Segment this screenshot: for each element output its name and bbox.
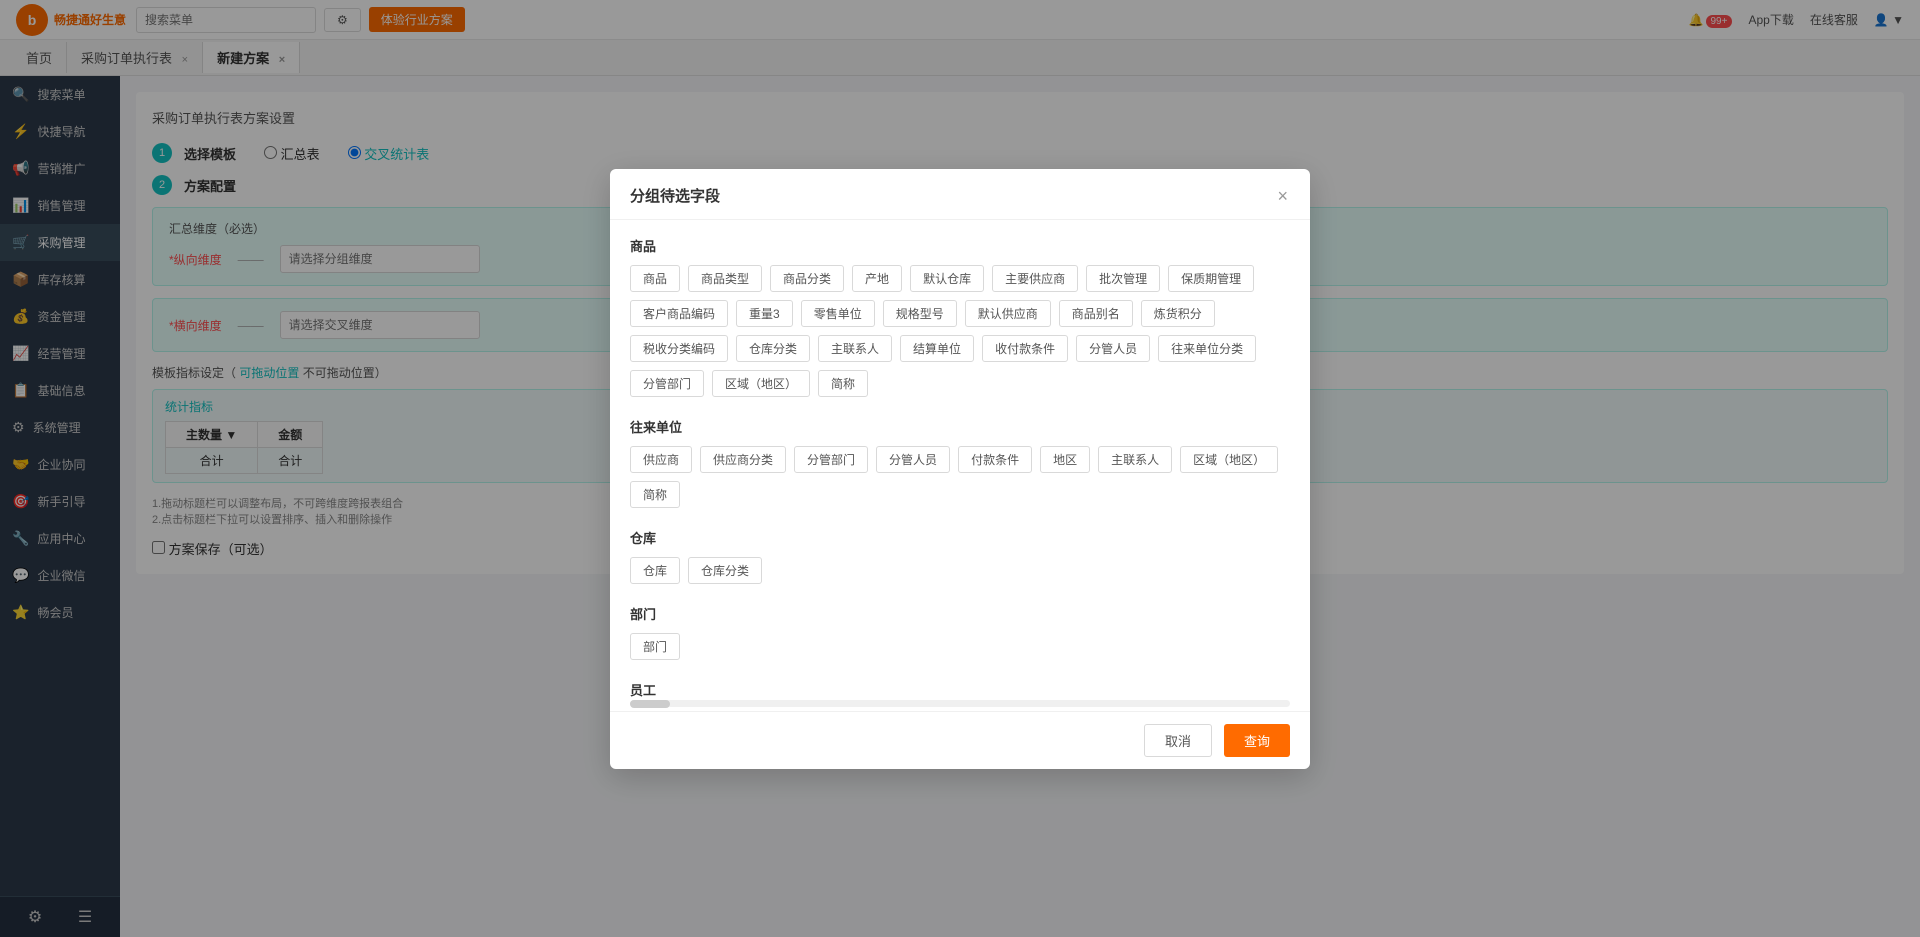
section-title-partner: 往来单位 — [630, 417, 1290, 436]
field-tag[interactable]: 主联系人 — [1098, 446, 1172, 473]
modal-h-scrollbar[interactable] — [630, 700, 1290, 706]
field-tag[interactable]: 部门 — [630, 633, 680, 660]
field-tags-warehouse: 仓库仓库分类 — [630, 557, 1290, 584]
field-tag[interactable]: 分管部门 — [630, 370, 704, 397]
field-tag[interactable]: 规格型号 — [883, 300, 957, 327]
field-tag[interactable]: 简称 — [630, 481, 680, 508]
field-tag[interactable]: 客户商品编码 — [630, 300, 728, 327]
modal-footer: 取消 查询 — [610, 711, 1310, 769]
field-select-modal: 分组待选字段 × 商品商品商品类型商品分类产地默认仓库主要供应商批次管理保质期管… — [610, 169, 1310, 769]
field-tags-department: 部门 — [630, 633, 1290, 660]
field-tag[interactable]: 零售单位 — [801, 300, 875, 327]
field-tag[interactable]: 炼货积分 — [1141, 300, 1215, 327]
section-title-product: 商品 — [630, 236, 1290, 255]
section-title-employee: 员工 — [630, 680, 1290, 699]
section-product: 商品商品商品类型商品分类产地默认仓库主要供应商批次管理保质期管理客户商品编码重量… — [630, 236, 1290, 397]
field-tag[interactable]: 保质期管理 — [1168, 265, 1254, 292]
field-tags-partner: 供应商供应商分类分管部门分管人员付款条件地区主联系人区域（地区） 简称 — [630, 446, 1290, 508]
field-tag[interactable]: 供应商分类 — [700, 446, 786, 473]
modal-body[interactable]: 商品商品商品类型商品分类产地默认仓库主要供应商批次管理保质期管理客户商品编码重量… — [610, 220, 1310, 701]
modal-close-btn[interactable]: × — [1275, 185, 1290, 207]
field-tag[interactable]: 分管部门 — [794, 446, 868, 473]
section-employee: 员工业务员 — [630, 680, 1290, 701]
field-tag[interactable]: 主要供应商 — [992, 265, 1078, 292]
modal-h-thumb — [630, 700, 670, 708]
field-tag[interactable]: 区域（地区） — [712, 370, 810, 397]
section-department: 部门部门 — [630, 604, 1290, 660]
field-tag[interactable]: 地区 — [1040, 446, 1090, 473]
cancel-button[interactable]: 取消 — [1144, 724, 1212, 757]
field-tag[interactable]: 主联系人 — [818, 335, 892, 362]
field-tag[interactable]: 仓库分类 — [736, 335, 810, 362]
field-tag[interactable]: 商品分类 — [770, 265, 844, 292]
field-tag[interactable]: 批次管理 — [1086, 265, 1160, 292]
field-tag[interactable]: 往来单位分类 — [1158, 335, 1256, 362]
field-tag[interactable]: 商品别名 — [1059, 300, 1133, 327]
confirm-button[interactable]: 查询 — [1224, 724, 1290, 757]
field-tags-product: 商品商品类型商品分类产地默认仓库主要供应商批次管理保质期管理客户商品编码重量3 零… — [630, 265, 1290, 397]
section-title-warehouse: 仓库 — [630, 528, 1290, 547]
field-tag[interactable]: 结算单位 — [900, 335, 974, 362]
modal-header: 分组待选字段 × — [610, 169, 1310, 220]
field-tag[interactable]: 分管人员 — [1076, 335, 1150, 362]
field-tag[interactable]: 付款条件 — [958, 446, 1032, 473]
field-tag[interactable]: 仓库 — [630, 557, 680, 584]
field-tag[interactable]: 默认仓库 — [910, 265, 984, 292]
field-tag[interactable]: 税收分类编码 — [630, 335, 728, 362]
field-tag[interactable]: 商品类型 — [688, 265, 762, 292]
section-partner: 往来单位供应商供应商分类分管部门分管人员付款条件地区主联系人区域（地区） 简称 — [630, 417, 1290, 508]
section-warehouse: 仓库仓库仓库分类 — [630, 528, 1290, 584]
field-tag[interactable]: 仓库分类 — [688, 557, 762, 584]
field-tag[interactable]: 商品 — [630, 265, 680, 292]
section-title-department: 部门 — [630, 604, 1290, 623]
modal-title: 分组待选字段 — [630, 185, 720, 206]
field-tag[interactable]: 简称 — [818, 370, 868, 397]
field-tag[interactable]: 分管人员 — [876, 446, 950, 473]
modal-overlay: 分组待选字段 × 商品商品商品类型商品分类产地默认仓库主要供应商批次管理保质期管… — [0, 0, 1920, 937]
field-tag[interactable]: 重量3 — [736, 300, 793, 327]
field-tag[interactable]: 收付款条件 — [982, 335, 1068, 362]
field-tag[interactable]: 默认供应商 — [965, 300, 1051, 327]
field-tag[interactable]: 产地 — [852, 265, 902, 292]
field-tag[interactable]: 供应商 — [630, 446, 692, 473]
field-tag[interactable]: 区域（地区） — [1180, 446, 1278, 473]
